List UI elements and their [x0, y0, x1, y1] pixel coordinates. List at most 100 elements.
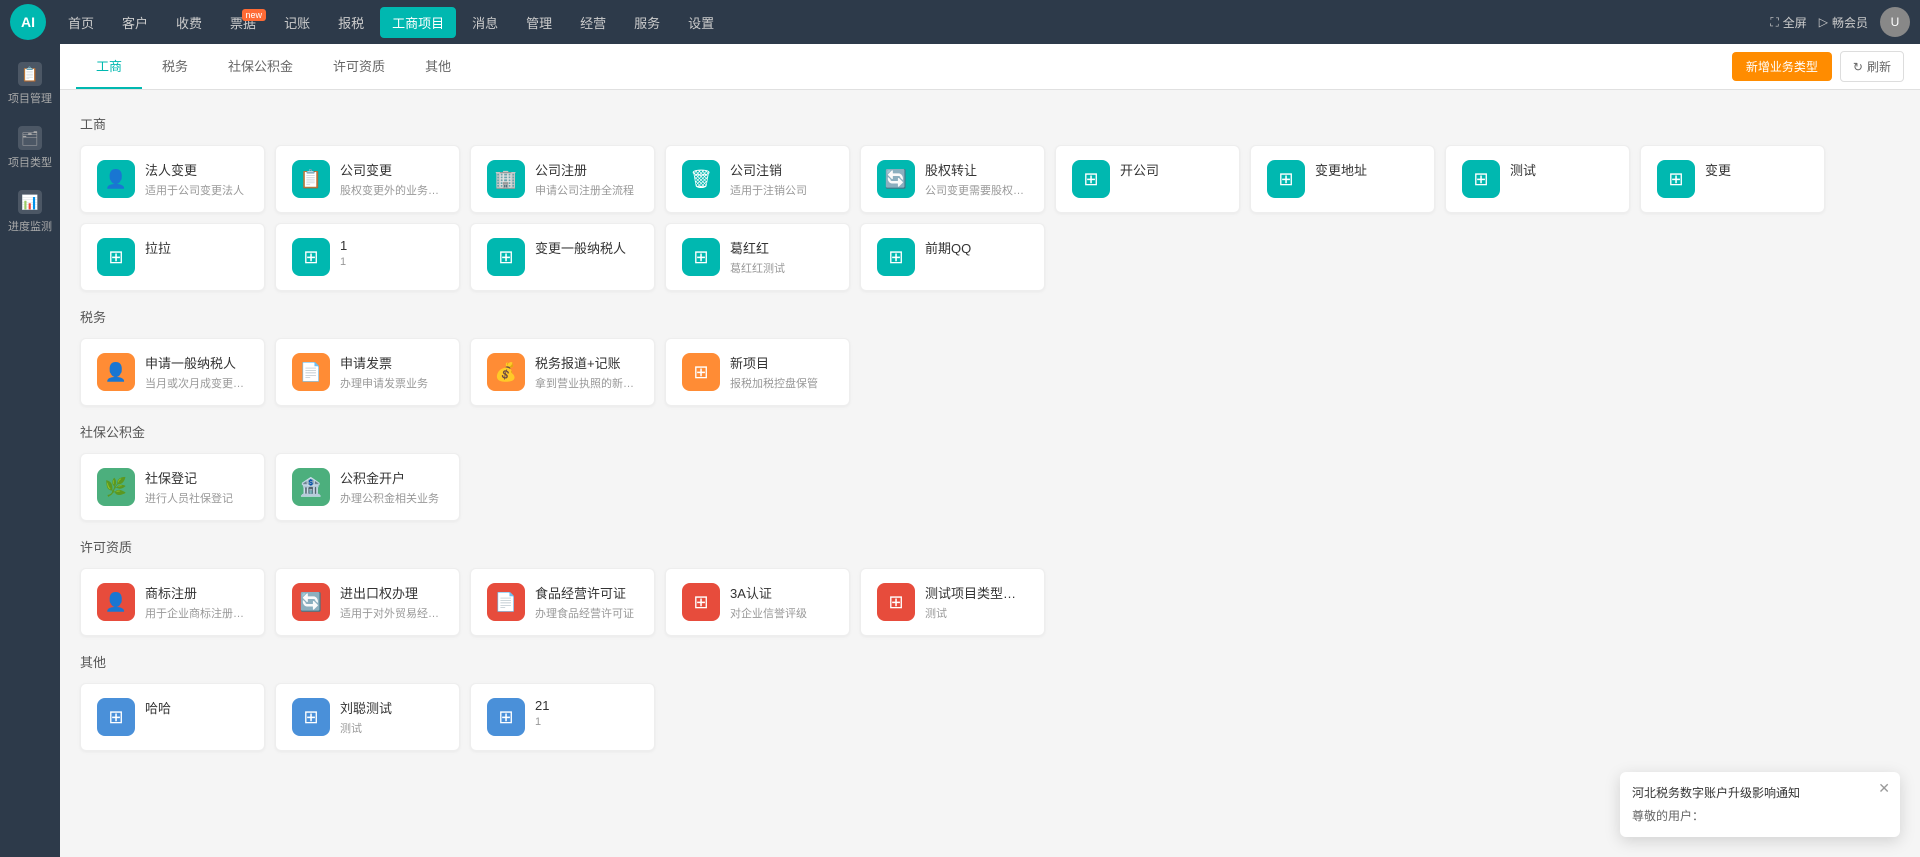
- refresh-button[interactable]: ↻ 刷新: [1840, 51, 1904, 82]
- card-title: 进出口权办理: [340, 583, 443, 602]
- card-葛红红[interactable]: ⊞ 葛红红葛红红测试: [665, 223, 850, 291]
- card-title: 商标注册: [145, 583, 248, 602]
- card-前期QQ[interactable]: ⊞前期QQ: [860, 223, 1045, 291]
- card-title: 食品经营许可证: [535, 583, 638, 602]
- nav-item-报税[interactable]: 报税: [326, 7, 376, 38]
- card-申请发票[interactable]: 📄申请发票办理申请发票业务: [275, 338, 460, 406]
- card-desc: 拿到营业执照的新公司: [535, 375, 638, 391]
- card-icon: 🗑: [682, 160, 720, 198]
- card-desc: 用于企业商标注册服务: [145, 605, 248, 621]
- card-公司注销[interactable]: 🗑公司注销适用于注销公司: [665, 145, 850, 213]
- card-法人变更[interactable]: 👤法人变更适用于公司变更法人: [80, 145, 265, 213]
- card-title: 3A认证: [730, 583, 833, 602]
- card-申请一般纳税人[interactable]: 👤申请一般纳税人当月或次月成变更完成: [80, 338, 265, 406]
- card-变更一般纳税人[interactable]: ⊞变更一般纳税人: [470, 223, 655, 291]
- card-icon: ⊞: [292, 698, 330, 736]
- card-变更[interactable]: ⊞变更: [1640, 145, 1825, 213]
- card-股权转让[interactable]: 🔄股权转让公司变更需要股权转让: [860, 145, 1045, 213]
- card-desc: 葛红红测试: [730, 260, 833, 276]
- nav-right: ⛶ 全屏 ▷ 畅会员 U: [1770, 7, 1910, 37]
- cards-grid: ⊞哈哈 ⊞ 刘聪测试测试 ⊞211: [80, 683, 1900, 751]
- card-公司变更[interactable]: 📋公司变更股权变更外的业务变更: [275, 145, 460, 213]
- tab-许可资质[interactable]: 许可资质: [313, 44, 405, 89]
- new-type-button[interactable]: 新增业务类型: [1732, 52, 1832, 81]
- nav-item-经营[interactable]: 经营: [568, 7, 618, 38]
- nav-items: 首页客户收费票据new记账报税工商项目消息管理经营服务设置: [56, 7, 1770, 38]
- notification-popup: ✕ 河北税务数字账户升级影响通知 尊敬的用户：: [1620, 772, 1900, 837]
- card-公司注册[interactable]: 🏢公司注册申请公司注册全流程: [470, 145, 655, 213]
- tab-社保公积金[interactable]: 社保公积金: [208, 44, 313, 89]
- card-title: 葛红红: [730, 238, 833, 257]
- card-哈哈[interactable]: ⊞哈哈: [80, 683, 265, 751]
- tabs: 工商税务社保公积金许可资质其他: [76, 44, 471, 89]
- card-21[interactable]: ⊞211: [470, 683, 655, 751]
- card-title: 公司变更: [340, 160, 443, 179]
- card-新项目[interactable]: ⊞新项目报税加税控盘保管: [665, 338, 850, 406]
- card-1[interactable]: ⊞11: [275, 223, 460, 291]
- card-3A认证[interactable]: ⊞3A认证对企业信誉评级: [665, 568, 850, 636]
- card-icon: ⊞: [97, 238, 135, 276]
- nav-item-票据[interactable]: 票据new: [218, 7, 268, 38]
- card-desc: 适用于注销公司: [730, 182, 833, 198]
- card-title: 刘聪测试: [340, 698, 443, 717]
- section-title: 许可资质: [80, 537, 1900, 556]
- card-icon: ⊞: [682, 238, 720, 276]
- card-icon: 👤: [97, 353, 135, 391]
- tab-其他[interactable]: 其他: [405, 44, 471, 89]
- card-desc: 股权变更外的业务变更: [340, 182, 443, 198]
- notification-close-button[interactable]: ✕: [1878, 780, 1890, 797]
- card-icon: ⊞: [1657, 160, 1695, 198]
- card-刘聪测试[interactable]: ⊞ 刘聪测试测试: [275, 683, 460, 751]
- user-avatar[interactable]: U: [1880, 7, 1910, 37]
- content-area: 工商税务社保公积金许可资质其他 新增业务类型 ↻ 刷新 工商 👤法人变更适用于公司…: [60, 44, 1920, 857]
- card-title: 测试: [1510, 160, 1613, 179]
- sidebar-label: 进度监测: [8, 218, 52, 234]
- card-desc: 办理申请发票业务: [340, 375, 443, 391]
- sidebar-label: 项目管理: [8, 90, 52, 106]
- card-社保登记[interactable]: 🌿社保登记进行人员社保登记: [80, 453, 265, 521]
- card-变更地址[interactable]: ⊞变更地址: [1250, 145, 1435, 213]
- card-icon: ⊞: [682, 353, 720, 391]
- fullscreen-button[interactable]: ⛶ 全屏: [1770, 14, 1806, 31]
- sidebar-item-进度监测[interactable]: 📊 进度监测: [3, 182, 57, 242]
- cards-grid: 👤申请一般纳税人当月或次月成变更完成📄申请发票办理申请发票业务💰税务报道+记账拿…: [80, 338, 1900, 406]
- nav-item-设置[interactable]: 设置: [676, 7, 726, 38]
- nav-item-消息[interactable]: 消息: [460, 7, 510, 38]
- card-测试[interactable]: ⊞测试: [1445, 145, 1630, 213]
- tab-actions: 新增业务类型 ↻ 刷新: [1732, 51, 1904, 82]
- card-进出口权办理[interactable]: 🔄进出口权办理适用于对外贸易经营者: [275, 568, 460, 636]
- card-desc: 测试: [340, 720, 443, 736]
- sidebar-item-项目管理[interactable]: 📋 项目管理: [3, 54, 57, 114]
- card-开公司[interactable]: ⊞开公司: [1055, 145, 1240, 213]
- card-title: 测试项目类型目定义: [925, 583, 1028, 602]
- card-desc: 办理食品经营许可证: [535, 605, 638, 621]
- card-商标注册[interactable]: 👤商标注册用于企业商标注册服务: [80, 568, 265, 636]
- card-税务报道+记账[interactable]: 💰税务报道+记账拿到营业执照的新公司: [470, 338, 655, 406]
- vip-button[interactable]: ▷ 畅会员: [1819, 14, 1868, 31]
- nav-item-首页[interactable]: 首页: [56, 7, 106, 38]
- card-测试项目类型目定义[interactable]: ⊞ 测试项目类型目定义测试: [860, 568, 1045, 636]
- nav-item-工商项目[interactable]: 工商项目: [380, 7, 456, 38]
- card-icon: 📄: [487, 583, 525, 621]
- card-拉拉[interactable]: ⊞拉拉: [80, 223, 265, 291]
- card-title: 申请一般纳税人: [145, 353, 248, 372]
- card-公积金开户[interactable]: 🏦公积金开户办理公积金相关业务: [275, 453, 460, 521]
- nav-item-服务[interactable]: 服务: [622, 7, 672, 38]
- tab-税务[interactable]: 税务: [142, 44, 208, 89]
- card-icon: ⊞: [877, 583, 915, 621]
- card-食品经营许可证[interactable]: 📄 食品经营许可证办理食品经营许可证: [470, 568, 655, 636]
- card-desc: 对企业信誉评级: [730, 605, 833, 621]
- section-title: 其他: [80, 652, 1900, 671]
- nav-item-收费[interactable]: 收费: [164, 7, 214, 38]
- tab-工商[interactable]: 工商: [76, 44, 142, 89]
- card-icon: 📄: [292, 353, 330, 391]
- nav-item-记账[interactable]: 记账: [272, 7, 322, 38]
- card-desc: 公司变更需要股权转让: [925, 182, 1028, 198]
- cards-grid: 👤商标注册用于企业商标注册服务🔄进出口权办理适用于对外贸易经营者📄食品经营许可证…: [80, 568, 1900, 636]
- nav-item-客户[interactable]: 客户: [110, 7, 160, 38]
- cards-grid: 👤法人变更适用于公司变更法人📋公司变更股权变更外的业务变更🏢公司注册申请公司注册…: [80, 145, 1900, 291]
- sidebar-item-项目类型[interactable]: 🗂 项目类型: [3, 118, 57, 178]
- card-desc: 测试: [925, 605, 1028, 621]
- nav-item-管理[interactable]: 管理: [514, 7, 564, 38]
- card-icon: 🔄: [292, 583, 330, 621]
